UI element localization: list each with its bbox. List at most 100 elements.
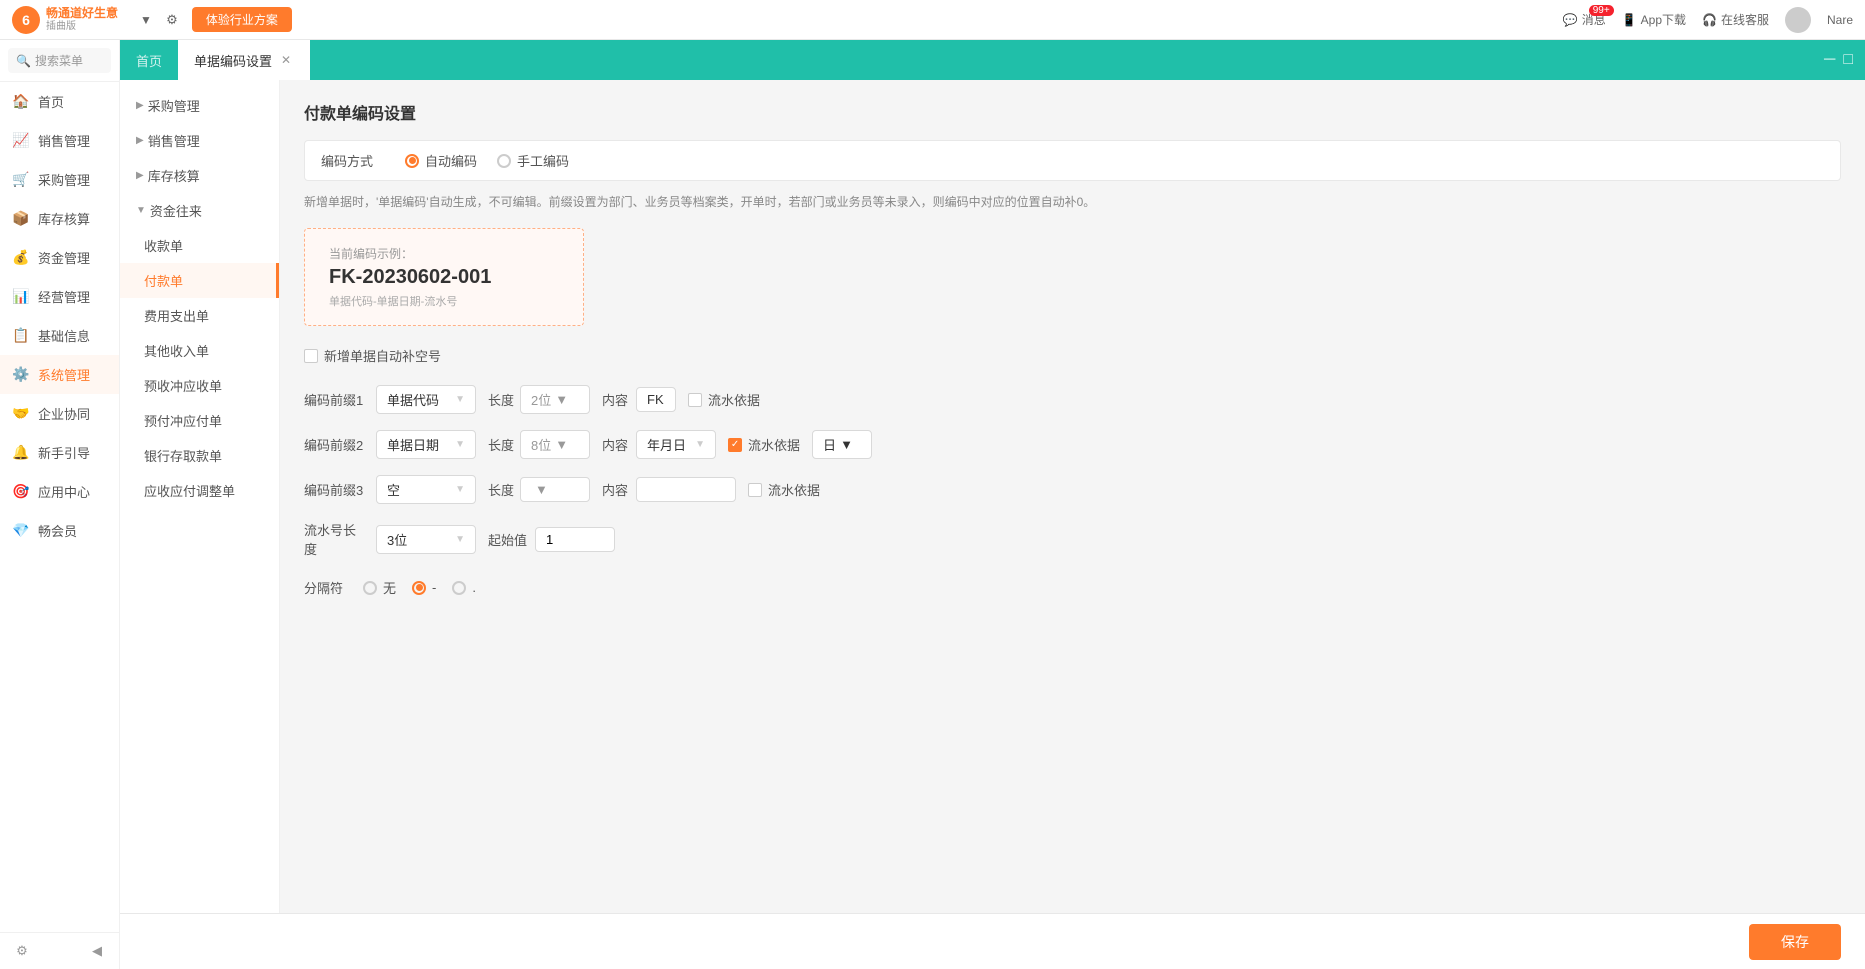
prefix2-content-label: 内容 <box>602 435 628 454</box>
prefix2-day-select[interactable]: 日 ▼ <box>812 430 872 459</box>
prefix2-label: 编码前缀2 <box>304 435 364 454</box>
collapse-icon[interactable]: ◀ <box>87 941 107 961</box>
prefix2-content-select[interactable]: 年月日 ▼ <box>636 430 716 459</box>
search-menu-button[interactable]: 🔍 搜索菜单 <box>8 48 111 73</box>
sidebar-item-sales[interactable]: 📈 销售管理 <box>0 121 119 160</box>
sidebar-item-finance[interactable]: 💰 资金管理 <box>0 238 119 277</box>
separator-label: 分隔符 <box>304 578 343 597</box>
serial-row: 流水号长度 3位 ▼ 起始值 <box>304 520 1841 558</box>
sep-dash-radio[interactable] <box>412 581 426 595</box>
sidebar-item-member[interactable]: 💎 畅会员 <box>0 511 119 550</box>
prefix3-content-field: 内容 <box>602 477 736 502</box>
serial-length-select[interactable]: 3位 ▼ <box>376 525 476 554</box>
sub-item-receipt[interactable]: 收款单 <box>120 228 279 263</box>
finance-icon: 💰 <box>12 249 30 267</box>
settings-icon[interactable]: ⚙ <box>160 8 184 32</box>
prefix3-length-select[interactable]: ▼ <box>520 477 590 502</box>
sep-dash-option[interactable]: - <box>412 580 436 595</box>
start-value-input[interactable] <box>535 527 615 552</box>
messages-button[interactable]: 💬 消息 99+ <box>1563 11 1606 28</box>
sub-item-payment[interactable]: 付款单 <box>120 263 279 298</box>
online-service-button[interactable]: 🎧 在线客服 <box>1702 11 1769 28</box>
tab-home[interactable]: 首页 <box>120 40 178 80</box>
prefix2-content-field: 内容 年月日 ▼ <box>602 430 716 459</box>
sidebar-item-guide[interactable]: 🔔 新手引导 <box>0 433 119 472</box>
logo-text: 畅通道好生意 插曲版 <box>46 7 118 31</box>
inventory-icon: 📦 <box>12 210 30 228</box>
manual-encode-radio[interactable] <box>497 154 511 168</box>
sidebar-item-home[interactable]: 🏠 首页 <box>0 82 119 121</box>
serial-length-label: 流水号长度 <box>304 520 364 558</box>
auto-fill-checkbox[interactable] <box>304 349 318 363</box>
auto-fill-row: 新增单据自动补空号 <box>304 346 1841 365</box>
encoding-method-label: 编码方式 <box>321 151 373 170</box>
settings-bottom-icon[interactable]: ⚙ <box>12 941 32 961</box>
sub-group-finance-header[interactable]: ▼ 资金往来 <box>120 193 279 228</box>
purchase-icon: 🛒 <box>12 171 30 189</box>
sidebar-item-apps[interactable]: 🎯 应用中心 <box>0 472 119 511</box>
topbar-dropdown[interactable]: ▼ <box>140 13 152 27</box>
sub-item-prepay-offset[interactable]: 预收冲应收单 <box>120 368 279 403</box>
tab-document-encoding[interactable]: 单据编码设置 ✕ <box>178 40 310 80</box>
prefix1-select[interactable]: 单据代码 ▼ <box>376 385 476 414</box>
sidebar-item-operations[interactable]: 📊 经营管理 <box>0 277 119 316</box>
sidebar-item-system[interactable]: ⚙️ 系统管理 <box>0 355 119 394</box>
sidebar-item-purchase[interactable]: 🛒 采购管理 <box>0 160 119 199</box>
member-icon: 💎 <box>12 522 30 540</box>
info-text: 新增单据时，'单据编码'自动生成，不可编辑。前缀设置为部门、业务员等档案类，开单… <box>304 193 1841 212</box>
sub-group-inventory-header[interactable]: ▶ 库存核算 <box>120 158 279 193</box>
prefix1-content-field: 内容 FK <box>602 387 676 412</box>
trial-button[interactable]: 体验行业方案 <box>192 7 292 32</box>
prefix2-length-label: 长度 <box>488 435 514 454</box>
sidebar-item-inventory[interactable]: 📦 库存核算 <box>0 199 119 238</box>
sidebar-item-corp[interactable]: 🤝 企业协同 <box>0 394 119 433</box>
sub-group-inventory: ▶ 库存核算 <box>120 158 279 193</box>
sidebar-item-base[interactable]: 📋 基础信息 <box>0 316 119 355</box>
sub-item-other-income[interactable]: 其他收入单 <box>120 333 279 368</box>
app-download-button[interactable]: 📱 App下载 <box>1622 11 1686 28</box>
tab-maximize-icon[interactable]: □ <box>1843 51 1853 69</box>
prefix1-length-select[interactable]: 2位 ▼ <box>520 385 590 414</box>
sep-dot-option[interactable]: . <box>452 580 476 595</box>
sidebar: 🔍 搜索菜单 🏠 首页 📈 销售管理 🛒 采购管理 📦 库存核算 💰 <box>0 40 120 969</box>
prefix3-watermark-checkbox[interactable] <box>748 483 762 497</box>
sub-item-bank-deposit[interactable]: 银行存取款单 <box>120 438 279 473</box>
sub-item-ar-ap-adjust[interactable]: 应收应付调整单 <box>120 473 279 508</box>
prefix3-label: 编码前缀3 <box>304 480 364 499</box>
sep-none-option[interactable]: 无 <box>363 578 396 597</box>
main-layout: 🔍 搜索菜单 🏠 首页 📈 销售管理 🛒 采购管理 📦 库存核算 💰 <box>0 40 1865 969</box>
sep-dot-radio[interactable] <box>452 581 466 595</box>
sub-item-advance-offset[interactable]: 预付冲应付单 <box>120 403 279 438</box>
prefix3-content-label: 内容 <box>602 480 628 499</box>
prefix3-select[interactable]: 空 ▼ <box>376 475 476 504</box>
prefix2-watermark-checkbox[interactable]: ✓ <box>728 438 742 452</box>
tab-minimize-icon[interactable]: ─ <box>1824 51 1835 69</box>
prefix2-select[interactable]: 单据日期 ▼ <box>376 430 476 459</box>
topbar-left: ▼ ⚙ 体验行业方案 <box>140 7 1555 32</box>
manual-encode-option[interactable]: 手工编码 <box>497 151 569 170</box>
sub-group-purchase-header[interactable]: ▶ 采购管理 <box>120 88 279 123</box>
prefix1-watermark-check[interactable]: 流水依据 <box>688 390 760 409</box>
sub-group-sales-header[interactable]: ▶ 销售管理 <box>120 123 279 158</box>
username-label: Nare <box>1827 13 1853 27</box>
sub-item-expense[interactable]: 费用支出单 <box>120 298 279 333</box>
prefix2-length-select[interactable]: 8位 ▼ <box>520 430 590 459</box>
sidebar-bottom: ⚙ ◀ <box>0 932 119 969</box>
sub-sidebar: ▶ 采购管理 ▶ 销售管理 ▶ 库存核算 <box>120 80 280 913</box>
sub-group-finance: ▼ 资金往来 收款单 付款单 费用支出单 其他收入单 预收冲应收单 预付冲应付单… <box>120 193 279 508</box>
user-avatar[interactable] <box>1785 7 1811 33</box>
prefix1-length-group: 长度 2位 ▼ <box>488 385 590 414</box>
tab-close-button[interactable]: ✕ <box>278 52 294 68</box>
auto-encode-radio[interactable] <box>405 154 419 168</box>
form-title: 付款单编码设置 <box>304 100 1841 124</box>
app-logo: 6 畅通道好生意 插曲版 <box>12 6 132 34</box>
prefix3-watermark-check[interactable]: 流水依据 <box>748 480 820 499</box>
prefix1-length-label: 长度 <box>488 390 514 409</box>
home-icon: 🏠 <box>12 93 30 111</box>
prefix1-watermark-checkbox[interactable] <box>688 393 702 407</box>
auto-encode-option[interactable]: 自动编码 <box>405 151 477 170</box>
preview-box: 当前编码示例： FK-20230602-001 单据代码-单据日期-流水号 <box>304 228 584 326</box>
save-button[interactable]: 保存 <box>1749 924 1841 960</box>
sep-none-radio[interactable] <box>363 581 377 595</box>
prefix1-content-value: FK <box>636 387 676 412</box>
